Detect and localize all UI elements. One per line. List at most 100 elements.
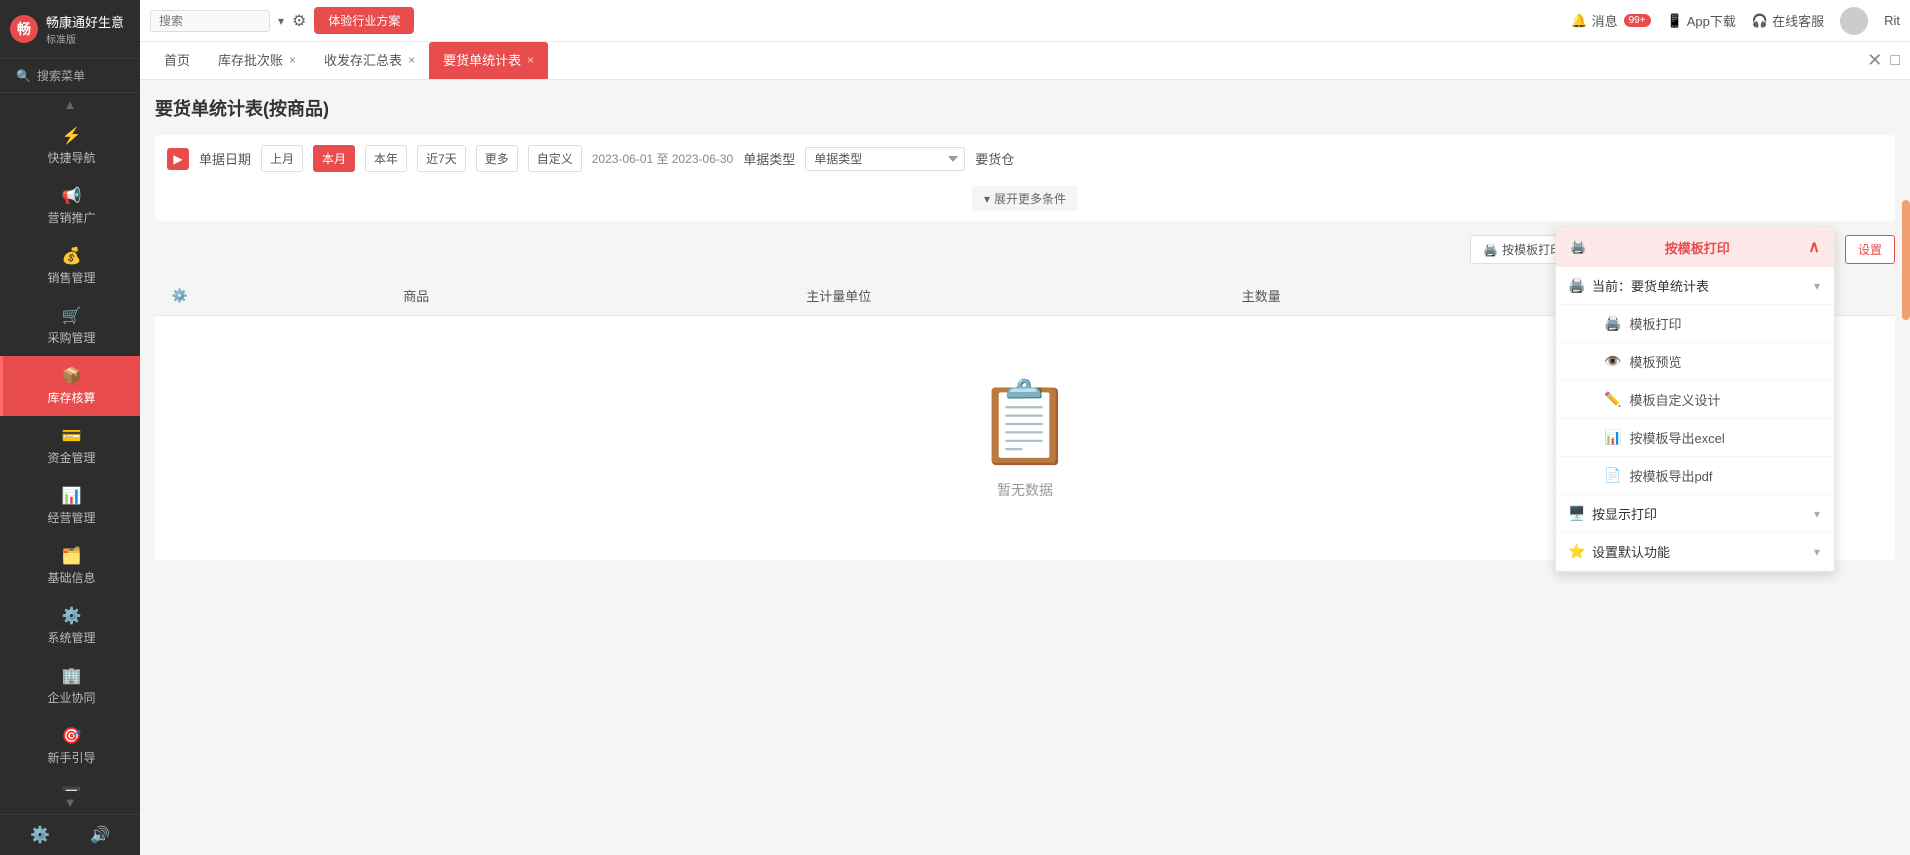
topbar-gear-icon[interactable]: ⚙ xyxy=(292,11,306,31)
print-icon: 🖨️ xyxy=(1570,239,1586,255)
right-scrollbar[interactable] xyxy=(1902,200,1910,320)
tab-collection-summary[interactable]: 收发存汇总表 × xyxy=(310,42,429,79)
sidebar: 畅 畅康通好生意 标准版 🔍 搜索菜单 ▲ ⚡ 快捷导航 📢 营销推广 💰 销售… xyxy=(0,0,140,855)
sales-icon: 💰 xyxy=(62,246,82,266)
tab-batch-account[interactable]: 库存批次账 × xyxy=(204,42,310,79)
sub-print-icon: 🖨️ xyxy=(1604,315,1621,332)
print-dropdown-title: 按模板打印 xyxy=(1665,238,1730,257)
online-service-label: 在线客服 xyxy=(1772,11,1824,30)
order-type-select[interactable]: 单据类型 xyxy=(805,147,965,171)
marketing-icon: 📢 xyxy=(62,186,82,206)
sidebar-bottom: ⚙️ 🔊 xyxy=(0,814,140,855)
tabs-bar: 首页 库存批次账 × 收发存汇总表 × 要货单统计表 × ✕ □ xyxy=(140,42,1910,80)
messages-label: 消息 xyxy=(1592,11,1618,30)
print-dropdown-close[interactable]: ∧ xyxy=(1808,237,1820,257)
print-sub-print[interactable]: 🖨️ 模板打印 xyxy=(1556,305,1834,343)
print-sub-excel[interactable]: 📊 按模板导出excel xyxy=(1556,419,1834,457)
set-default-icon: ⭐ xyxy=(1568,543,1585,560)
sub-pdf-label: 按模板导出pdf xyxy=(1629,466,1712,485)
online-service-btn[interactable]: 🎧 在线客服 xyxy=(1752,11,1824,30)
cargo-label: 要货仓 xyxy=(975,149,1014,168)
order-type-label: 单据类型 xyxy=(743,149,795,168)
set-default-arrow: ▾ xyxy=(1814,545,1820,559)
sidebar-item-marketing[interactable]: 📢 营销推广 xyxy=(0,176,140,236)
logo-app-name: 畅康通好生意 xyxy=(46,12,124,31)
empty-illustration: 📋 xyxy=(975,376,1075,470)
print-display-print[interactable]: 🖥️ 按显示打印 ▾ xyxy=(1556,495,1834,533)
print-sub-preview[interactable]: 👁️ 模板预览 xyxy=(1556,343,1834,381)
setting-label: 设置 xyxy=(1858,241,1882,258)
print-dropdown: 🖨️ 按模板打印 ∧ 🖨️ 当前：要货单统计表 ▾ 🖨️ 模板打印 👁️ 模板预… xyxy=(1555,226,1835,572)
sidebar-item-basic[interactable]: 🗂️ 基础信息 xyxy=(0,536,140,596)
sub-preview-label: 模板预览 xyxy=(1629,352,1681,371)
date-range-display: 2023-06-01 至 2023-06-30 xyxy=(592,150,733,167)
scroll-down-arrow[interactable]: ▼ xyxy=(0,791,140,814)
date-filter-label: 单据日期 xyxy=(199,149,251,168)
print-sub-design[interactable]: ✏️ 模板自定义设计 xyxy=(1556,381,1834,419)
date-btn-custom[interactable]: 自定义 xyxy=(528,145,582,172)
guide-icon: 🎯 xyxy=(62,726,82,746)
sidebar-item-inventory[interactable]: 📦 库存核算 xyxy=(0,356,140,416)
action-bar: 🖨️ 按模板打印 ∧ 🖨️ 当前：要货单统计表 ▾ 🖨️ 模板打印 👁️ 模板预… xyxy=(155,231,1895,268)
topbar-search-input[interactable] xyxy=(150,10,270,32)
tab-fullscreen-icon[interactable]: □ xyxy=(1890,52,1900,70)
operation-label: 经营管理 xyxy=(47,509,95,526)
messages-btn[interactable]: 🔔 消息 99+ xyxy=(1571,11,1650,30)
display-print-label: 按显示打印 xyxy=(1592,504,1657,523)
tab-home-label: 首页 xyxy=(164,50,190,69)
sub-excel-label: 按模板导出excel xyxy=(1629,428,1724,447)
sidebar-item-purchase[interactable]: 🛒 采购管理 xyxy=(0,296,140,356)
date-btn-7days[interactable]: 近7天 xyxy=(417,145,466,172)
current-template-label: 当前：要货单统计表 xyxy=(1592,276,1709,295)
tab-order-stats-label: 要货单统计表 xyxy=(443,50,521,69)
scroll-up-arrow[interactable]: ▲ xyxy=(0,93,140,116)
sidebar-item-appstore[interactable]: 🔲 应用中心 xyxy=(0,776,140,791)
display-print-arrow: ▾ xyxy=(1814,507,1820,521)
app-download-btn[interactable]: 📱 App下载 xyxy=(1667,11,1736,30)
date-btn-this-year[interactable]: 本年 xyxy=(365,145,407,172)
logo-version-badge: 标准版 xyxy=(46,31,124,46)
print-dropdown-current[interactable]: 🖨️ 当前：要货单统计表 ▾ xyxy=(1556,267,1834,305)
messages-badge: 99+ xyxy=(1624,14,1651,27)
quick-nav-label: 快捷导航 xyxy=(47,149,95,166)
tab-order-stats-close[interactable]: × xyxy=(527,53,534,67)
tab-close-icon[interactable]: ✕ xyxy=(1867,50,1882,71)
date-btn-more[interactable]: 更多 xyxy=(476,145,518,172)
expand-more-label: 展开更多条件 xyxy=(994,190,1066,207)
filter-expand-btn[interactable]: ▶ xyxy=(167,148,189,170)
finance-label: 资金管理 xyxy=(47,449,95,466)
settings-icon[interactable]: ⚙️ xyxy=(30,825,50,845)
topbar-dropdown-arrow[interactable]: ▾ xyxy=(278,14,284,28)
avatar[interactable] xyxy=(1840,7,1868,35)
purchase-icon: 🛒 xyxy=(62,306,82,326)
date-btn-last-month[interactable]: 上月 xyxy=(261,145,303,172)
setting-btn[interactable]: 设置 xyxy=(1845,235,1895,264)
app-download-label: App下载 xyxy=(1687,11,1736,30)
date-btn-this-month[interactable]: 本月 xyxy=(313,145,355,172)
topbar: ▾ ⚙ 体验行业方案 🔔 消息 99+ 📱 App下载 🎧 在线客服 Rit xyxy=(140,0,1910,42)
sidebar-item-guide[interactable]: 🎯 新手引导 xyxy=(0,716,140,776)
sidebar-item-operation[interactable]: 📊 经营管理 xyxy=(0,476,140,536)
tab-batch-account-close[interactable]: × xyxy=(289,53,296,67)
finance-icon: 💳 xyxy=(62,426,82,446)
sound-icon[interactable]: 🔊 xyxy=(90,825,110,845)
print-sub-pdf[interactable]: 📄 按模板导出pdf xyxy=(1556,457,1834,495)
sidebar-item-enterprise[interactable]: 🏢 企业协同 xyxy=(0,656,140,716)
expand-more-btn[interactable]: ▾ 展开更多条件 xyxy=(972,186,1078,211)
experience-btn[interactable]: 体验行业方案 xyxy=(314,7,414,34)
col-settings[interactable]: ⚙️ xyxy=(155,288,205,304)
sidebar-item-finance[interactable]: 💳 资金管理 xyxy=(0,416,140,476)
tab-home[interactable]: 首页 xyxy=(150,42,204,79)
sidebar-search[interactable]: 🔍 搜索菜单 xyxy=(0,59,140,93)
tab-collection-summary-close[interactable]: × xyxy=(408,53,415,67)
sub-excel-icon: 📊 xyxy=(1604,429,1621,446)
print-set-default[interactable]: ⭐ 设置默认功能 ▾ xyxy=(1556,533,1834,571)
sub-pdf-icon: 📄 xyxy=(1604,467,1621,484)
operation-icon: 📊 xyxy=(62,486,82,506)
tab-order-stats[interactable]: 要货单统计表 × xyxy=(429,42,548,79)
sub-design-label: 模板自定义设计 xyxy=(1629,390,1720,409)
sidebar-item-quick-nav[interactable]: ⚡ 快捷导航 xyxy=(0,116,140,176)
tab-collection-summary-label: 收发存汇总表 xyxy=(324,50,402,69)
sidebar-item-sales[interactable]: 💰 销售管理 xyxy=(0,236,140,296)
sidebar-item-system[interactable]: ⚙️ 系统管理 xyxy=(0,596,140,656)
